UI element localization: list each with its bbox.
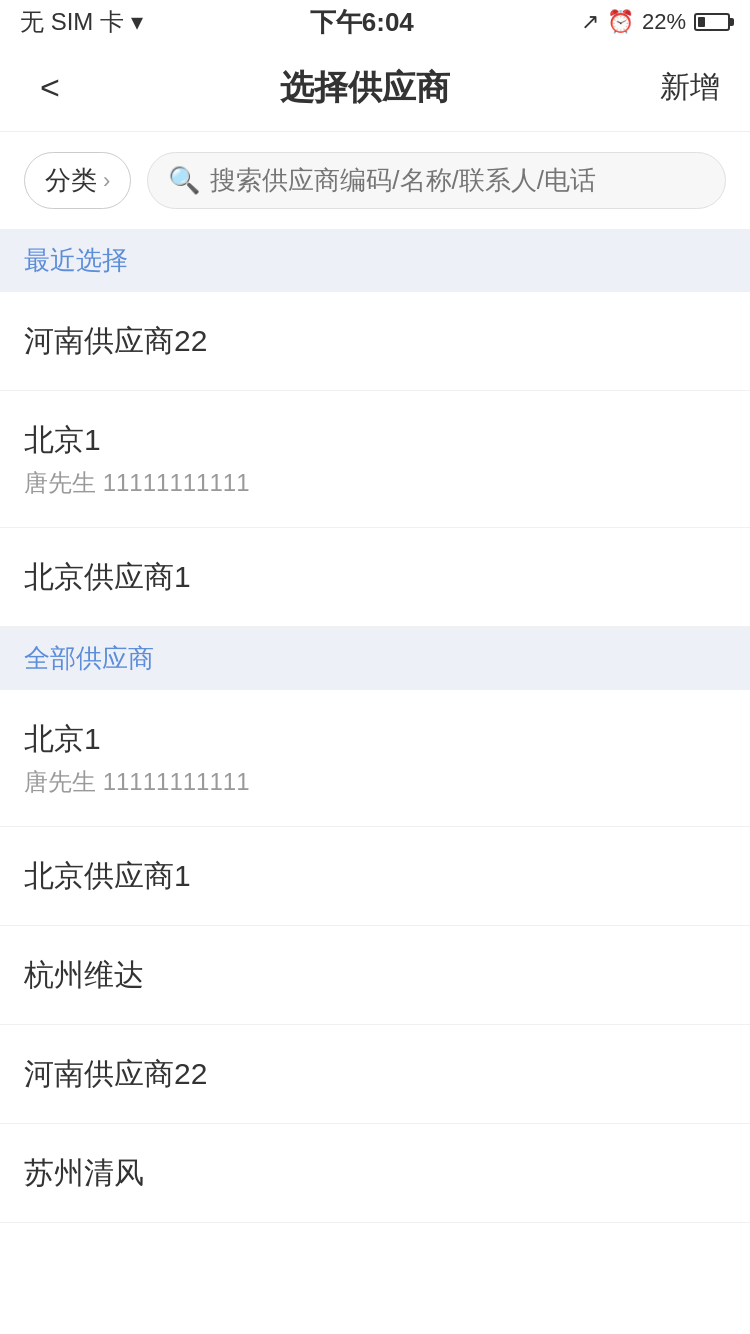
item-sub: 唐先生 11111111111 (24, 766, 726, 798)
location-icon: ↗ (581, 9, 599, 35)
add-button[interactable]: 新增 (660, 67, 720, 108)
list-item[interactable]: 北京1 唐先生 11111111111 (0, 690, 750, 827)
list-item[interactable]: 北京供应商1 (0, 528, 750, 627)
chevron-right-icon: › (103, 168, 110, 194)
item-name: 河南供应商22 (24, 320, 726, 362)
list-item[interactable]: 河南供应商22 (0, 1025, 750, 1124)
search-box[interactable]: 🔍 (147, 152, 726, 209)
list-item[interactable]: 苏州清风 (0, 1124, 750, 1223)
recent-list: 河南供应商22 北京1 唐先生 11111111111 北京供应商1 (0, 292, 750, 627)
filter-bar: 分类 › 🔍 (0, 132, 750, 229)
item-name: 北京1 (24, 419, 726, 461)
status-bar: 无 SIM 卡 ▾ 下午6:04 ↗ ⏰ 22% (0, 0, 750, 44)
battery-percent: 22% (642, 9, 686, 35)
list-item[interactable]: 北京供应商1 (0, 827, 750, 926)
nav-bar: < 选择供应商 新增 (0, 44, 750, 132)
all-section-header: 全部供应商 (0, 627, 750, 690)
item-name: 北京供应商1 (24, 556, 726, 598)
list-item[interactable]: 杭州维达 (0, 926, 750, 1025)
battery-icon (694, 13, 730, 31)
alarm-icon: ⏰ (607, 9, 634, 35)
search-icon: 🔍 (168, 165, 200, 196)
list-item[interactable]: 河南供应商22 (0, 292, 750, 391)
category-label: 分类 (45, 163, 97, 198)
item-sub: 唐先生 11111111111 (24, 467, 726, 499)
list-item[interactable]: 北京1 唐先生 11111111111 (0, 391, 750, 528)
all-section-title: 全部供应商 (24, 643, 154, 673)
status-time: 下午6:04 (310, 5, 414, 40)
item-name: 苏州清风 (24, 1152, 726, 1194)
page-title: 选择供应商 (280, 65, 450, 111)
sim-status: 无 SIM 卡 ▾ (20, 6, 143, 38)
item-name: 河南供应商22 (24, 1053, 726, 1095)
recent-section-header: 最近选择 (0, 229, 750, 292)
search-input[interactable] (210, 165, 705, 196)
item-name: 北京供应商1 (24, 855, 726, 897)
back-button[interactable]: < (30, 58, 70, 117)
status-right: ↗ ⏰ 22% (581, 9, 730, 35)
status-left: 无 SIM 卡 ▾ (20, 6, 143, 38)
category-button[interactable]: 分类 › (24, 152, 131, 209)
item-name: 杭州维达 (24, 954, 726, 996)
all-list: 北京1 唐先生 11111111111 北京供应商1 杭州维达河南供应商22 苏州清风 (0, 690, 750, 1223)
recent-section-title: 最近选择 (24, 245, 128, 275)
item-name: 北京1 (24, 718, 726, 760)
